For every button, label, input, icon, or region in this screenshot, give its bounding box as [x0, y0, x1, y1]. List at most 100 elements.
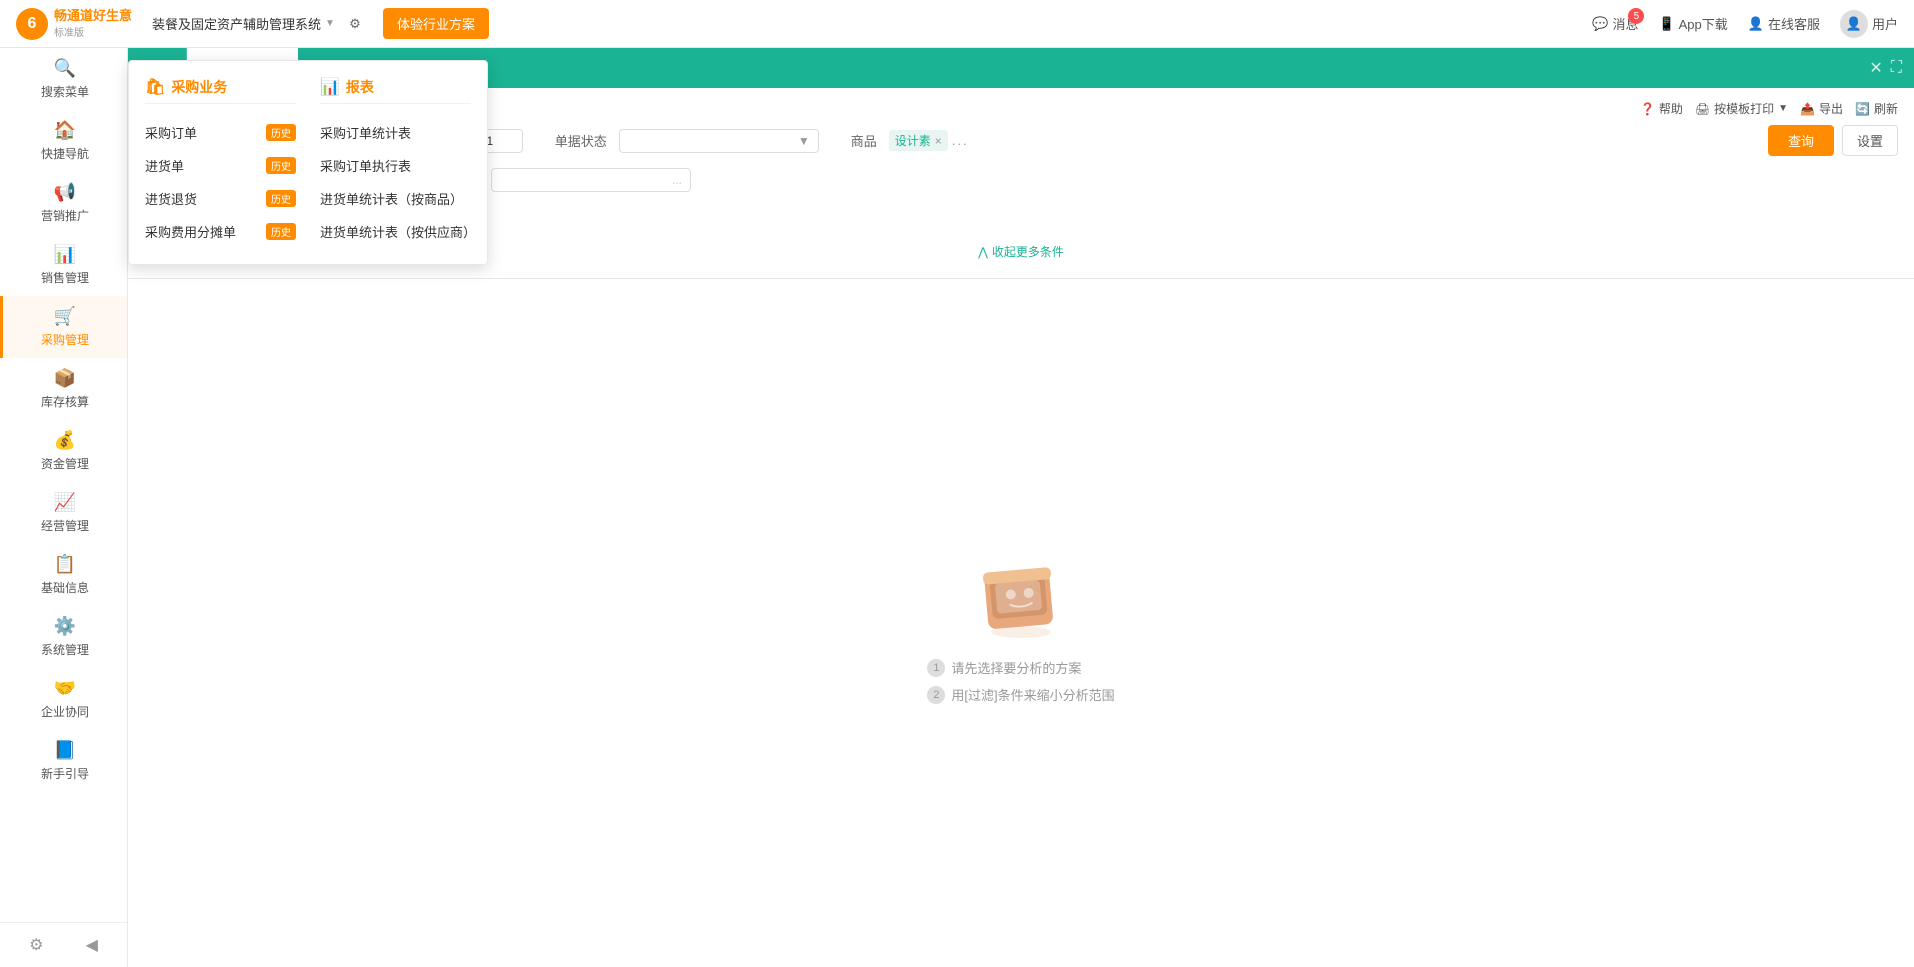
sidebar-settings-btn[interactable]: ⚙ [29, 935, 43, 955]
help-icon: ❓ [1640, 102, 1655, 116]
reports-section-icon: 📊 [320, 77, 340, 97]
sidebar: 🔍 搜索菜单 🏠 快捷导航 📢 营销推广 📊 销售管理 🛒 采购管理 📦 [0, 48, 128, 967]
logo-main: 畅通道好生意 [54, 8, 132, 24]
reports-title: 📊 报表 [320, 77, 471, 104]
print-dropdown-icon[interactable]: ▼ [1778, 103, 1788, 114]
sidebar-item-system[interactable]: ⚙️ 系统管理 [0, 606, 127, 668]
sidebar-item-enterprise[interactable]: 🤝 企业协同 [0, 668, 127, 730]
purchase-business-title: 🛍 采购业务 [145, 77, 296, 104]
system-title: 装餐及固定资产辅助管理系统 ▼ [152, 14, 335, 33]
help-btn[interactable]: ❓ 帮助 [1640, 100, 1683, 117]
logo-area: 6 畅通道好生意 标准版 [16, 8, 132, 40]
product-filter: 设计素 × ... [889, 130, 969, 151]
system-title-text: 装餐及固定资产辅助管理系统 [152, 14, 321, 33]
tab-bar-right: ✕ ⛶ [1869, 58, 1914, 78]
logo-icon: 6 [16, 8, 48, 40]
export-btn[interactable]: 📤 导出 [1800, 100, 1843, 117]
refresh-icon: 🔄 [1855, 102, 1870, 116]
refresh-btn[interactable]: 🔄 刷新 [1855, 100, 1898, 117]
enterprise-icon: 🤝 [54, 678, 76, 699]
settings-gear-button[interactable]: ⚙ [343, 12, 367, 36]
purchase-dropdown-menu: 🛍 采购业务 采购订单 历史 进货单 历史 进货退货 历史 采购费用分摊单 历史… [128, 60, 488, 265]
purchase-icon: 🛒 [54, 306, 76, 327]
basic-info-icon: 📋 [54, 554, 76, 575]
empty-illustration [961, 542, 1081, 642]
sales-icon: 📊 [54, 244, 76, 265]
action-btns: 查询 设置 [1768, 125, 1898, 156]
sidebar-item-guide[interactable]: 📘 新手引导 [0, 730, 127, 792]
collapse-chevron-icon: ⋀ [978, 245, 988, 259]
app-download-btn[interactable]: 📱 App下载 [1658, 14, 1727, 33]
sidebar-item-quick-nav[interactable]: 🏠 快捷导航 [0, 110, 127, 172]
step-1-num: 1 [927, 659, 945, 677]
product-tag: 设计素 × [889, 130, 948, 151]
purchase-business-section: 🛍 采购业务 采购订单 历史 进货单 历史 进货退货 历史 采购费用分摊单 历史 [145, 77, 296, 248]
system-dropdown-arrow[interactable]: ▼ [325, 18, 335, 29]
product-more[interactable]: ... [952, 133, 969, 148]
reports-section: 📊 报表 采购订单统计表 采购订单执行表 进货单统计表（按商品） 进货单统计表（… [320, 77, 471, 248]
marketing-icon: 📢 [54, 182, 76, 203]
home-icon: 🏠 [54, 120, 76, 141]
history-badge-0: 历史 [266, 124, 296, 141]
product-tag-close[interactable]: × [935, 134, 942, 148]
top-bar-right: 💬 消息 5 📱 App下载 👤 在线客服 👤 用户 [1592, 10, 1898, 38]
menu-item-receipt[interactable]: 进货单 历史 [145, 149, 296, 182]
salesperson-more: ... [672, 173, 682, 187]
menu-item-receipt-stats-product[interactable]: 进货单统计表（按商品） [320, 182, 471, 215]
tab-close-all-icon[interactable]: ✕ [1869, 58, 1882, 78]
sidebar-item-sales[interactable]: 📊 销售管理 [0, 234, 127, 296]
empty-step1: 1 请先选择要分析的方案 [927, 658, 1114, 677]
salesperson-select[interactable]: ... [491, 168, 691, 192]
menu-item-receipt-stats-supplier[interactable]: 进货单统计表（按供应商） [320, 215, 471, 248]
sidebar-bottom: ⚙ ◀ [0, 922, 127, 967]
export-icon: 📤 [1800, 102, 1815, 116]
product-label: 商品 [851, 131, 877, 150]
empty-svg-illustration [961, 542, 1081, 642]
online-service-btn[interactable]: 👤 在线客服 [1748, 14, 1820, 33]
menu-item-order-stats[interactable]: 采购订单统计表 [320, 116, 471, 149]
sidebar-collapse-btn[interactable]: ◀ [86, 935, 98, 955]
menu-item-expense[interactable]: 采购费用分摊单 历史 [145, 215, 296, 248]
order-status-chevron: ▼ [798, 134, 810, 148]
menu-item-return[interactable]: 进货退货 历史 [145, 182, 296, 215]
guide-icon: 📘 [54, 740, 76, 761]
empty-text: 1 请先选择要分析的方案 2 用[过滤]条件来缩小分析范围 [927, 658, 1114, 704]
sidebar-item-search[interactable]: 🔍 搜索菜单 [0, 48, 127, 110]
print-icon: 🖨 [1695, 102, 1710, 116]
user-avatar: 👤 [1840, 10, 1868, 38]
finance-icon: 💰 [54, 430, 76, 451]
empty-state: 1 请先选择要分析的方案 2 用[过滤]条件来缩小分析范围 [927, 542, 1114, 704]
sidebar-item-finance[interactable]: 💰 资金管理 [0, 420, 127, 482]
collapse-button[interactable]: ⋀ 收起更多条件 [978, 243, 1064, 260]
system-icon: ⚙️ [54, 616, 76, 637]
message-badge: 5 [1628, 8, 1644, 24]
menu-item-purchase-order[interactable]: 采购订单 历史 [145, 116, 296, 149]
sidebar-item-purchase[interactable]: 🛒 采购管理 [0, 296, 127, 358]
message-icon: 💬 [1592, 16, 1608, 32]
history-badge-2: 历史 [266, 190, 296, 207]
settings-button[interactable]: 设置 [1842, 125, 1898, 156]
industry-btn[interactable]: 体验行业方案 [383, 8, 489, 39]
purchase-section-icon: 🛍 [145, 77, 165, 97]
mobile-icon: 📱 [1658, 16, 1674, 32]
inventory-icon: 📦 [54, 368, 76, 389]
sidebar-item-marketing[interactable]: 📢 营销推广 [0, 172, 127, 234]
print-btn[interactable]: 🖨 按模板打印 ▼ [1695, 100, 1788, 117]
sidebar-item-basic-info[interactable]: 📋 基础信息 [0, 544, 127, 606]
logo-sub: 标准版 [54, 24, 132, 39]
tab-fullscreen-icon[interactable]: ⛶ [1891, 59, 1902, 77]
message-btn[interactable]: 💬 消息 5 [1592, 14, 1638, 33]
search-icon: 🔍 [54, 58, 76, 79]
query-button[interactable]: 查询 [1768, 125, 1834, 156]
history-badge-1: 历史 [266, 157, 296, 174]
menu-item-order-exec[interactable]: 采购订单执行表 [320, 149, 471, 182]
toolbar-right: ❓ 帮助 🖨 按模板打印 ▼ 📤 导出 🔄 [1640, 100, 1898, 117]
order-status-label: 单据状态 [555, 131, 607, 150]
history-badge-3: 历史 [266, 223, 296, 240]
user-area[interactable]: 👤 用户 [1840, 10, 1898, 38]
sidebar-item-inventory[interactable]: 📦 库存核算 [0, 358, 127, 420]
empty-step2: 2 用[过滤]条件来缩小分析范围 [927, 685, 1114, 704]
sidebar-item-operations[interactable]: 📈 经营管理 [0, 482, 127, 544]
main-content: 1 请先选择要分析的方案 2 用[过滤]条件来缩小分析范围 [128, 279, 1914, 967]
order-status-select[interactable]: ▼ [619, 129, 819, 153]
